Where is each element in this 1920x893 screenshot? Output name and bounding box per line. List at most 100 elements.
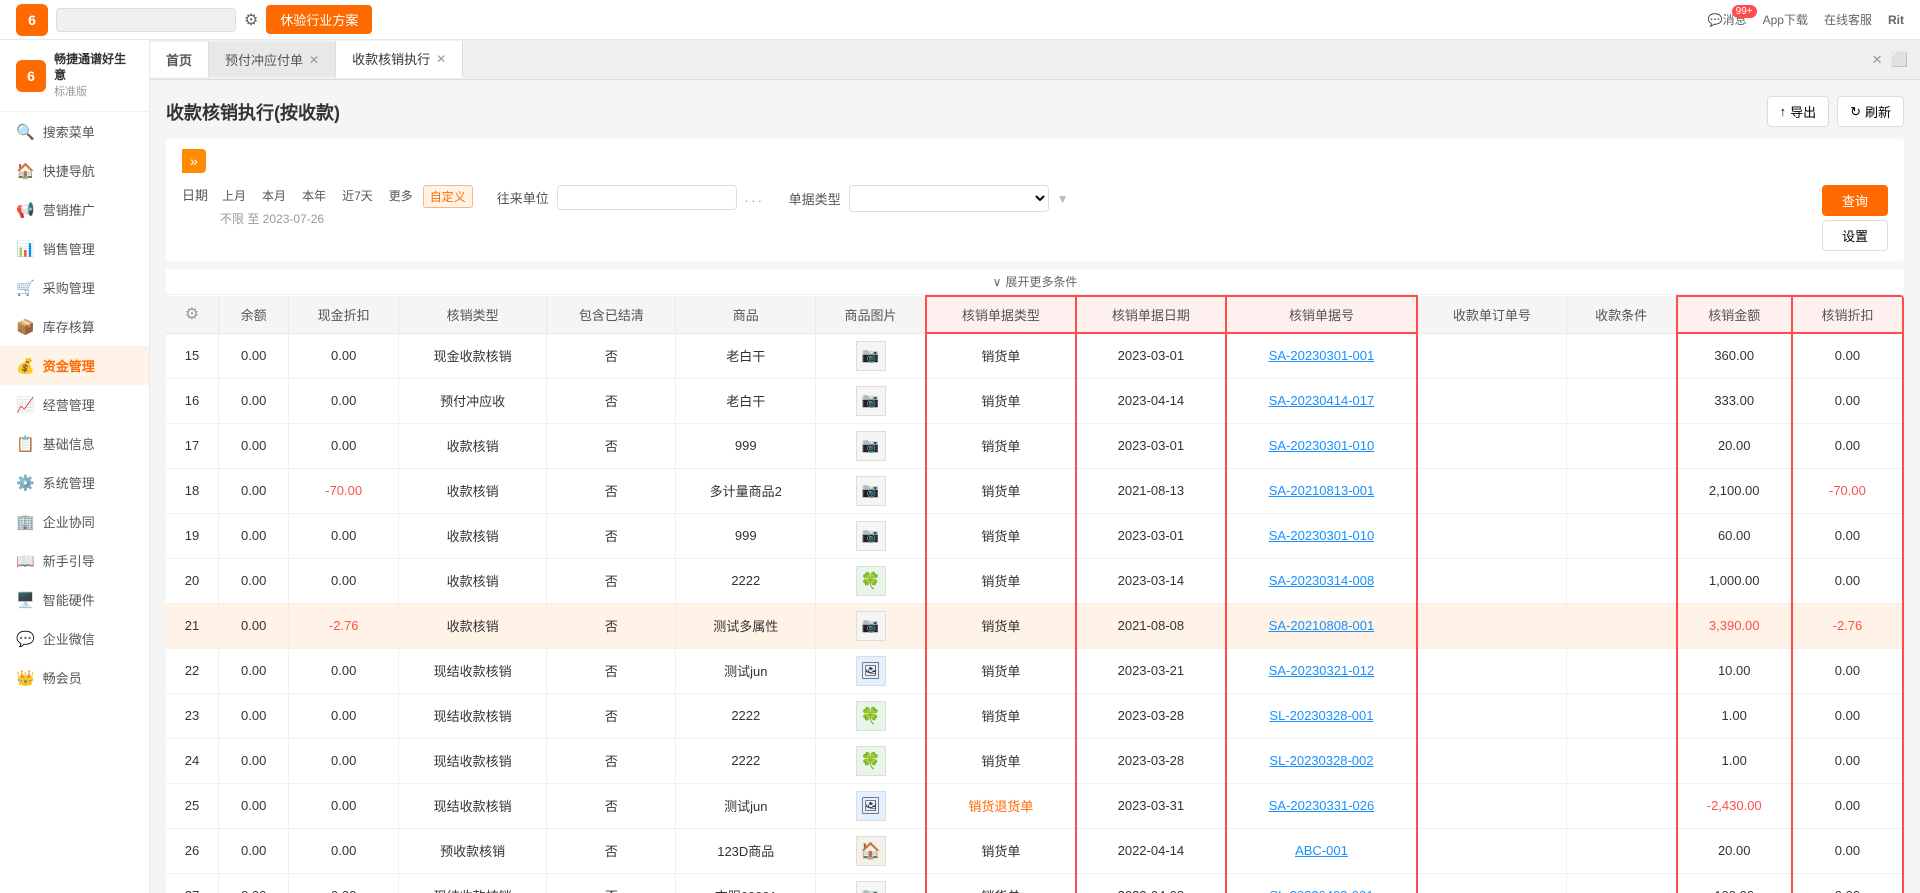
table-row-collection-order xyxy=(1417,648,1566,693)
table-row-writeoff-number[interactable]: SA-20210808-001 xyxy=(1226,603,1417,648)
table-row-collection-order xyxy=(1417,423,1566,468)
sidebar-item-purchase[interactable]: 🛒 采购管理 xyxy=(0,268,149,307)
user-name[interactable]: Rit xyxy=(1888,13,1904,27)
writeoff-number-link[interactable]: SL-20230328-001 xyxy=(1269,708,1373,723)
date-custom[interactable]: 自定义 xyxy=(423,185,473,208)
sidebar-item-inventory[interactable]: 📦 库存核算 xyxy=(0,307,149,346)
table-row-writeoff-amount: 20.00 xyxy=(1677,828,1792,873)
writeoff-number-link[interactable]: SA-20230301-001 xyxy=(1269,348,1375,363)
writeoff-number-link[interactable]: SA-20230301-010 xyxy=(1269,438,1375,453)
writeoff-number-link[interactable]: SA-20230414-017 xyxy=(1269,393,1375,408)
writeoff-number-link[interactable]: SA-20230314-008 xyxy=(1269,573,1375,588)
partner-input[interactable] xyxy=(557,185,737,210)
sidebar-item-enterprise[interactable]: 🏢 企业协同 xyxy=(0,502,149,541)
table-row-writeoff-type: 现结收款核销 xyxy=(398,693,546,738)
sidebar-item-finance[interactable]: 💰 资金管理 xyxy=(0,346,149,385)
col-writeoff-discount-header: 核销折扣 xyxy=(1792,296,1903,333)
solution-button[interactable]: 休验行业方案 xyxy=(266,5,372,34)
query-button[interactable]: 查询 xyxy=(1822,185,1888,216)
refresh-button[interactable]: ↻ 刷新 xyxy=(1837,96,1904,127)
gear-icon[interactable]: ⚙ xyxy=(244,10,258,30)
filter-expand-button[interactable]: » xyxy=(182,149,206,173)
writeoff-number-link[interactable]: SA-20230321-012 xyxy=(1269,663,1375,678)
table-row-writeoff-number[interactable]: SA-20230301-010 xyxy=(1226,423,1417,468)
writeoff-number-link[interactable]: SL-20230328-002 xyxy=(1269,753,1373,768)
table-row-writeoff-voucher-type: 销货退货单 xyxy=(926,783,1076,828)
table-row-balance: 0.00 xyxy=(218,828,289,873)
table-row-writeoff-type: 收款核销 xyxy=(398,468,546,513)
table-row-writeoff-number[interactable]: SA-20230301-001 xyxy=(1226,333,1417,378)
sidebar-label-finance: 资金管理 xyxy=(43,356,95,375)
sidebar-item-sales[interactable]: 📊 销售管理 xyxy=(0,229,149,268)
table-settings-icon[interactable]: ⚙ xyxy=(185,306,199,323)
sidebar-item-beginner[interactable]: 📖 新手引导 xyxy=(0,541,149,580)
table-row-goods: 衣服00001 xyxy=(676,873,816,893)
date-this-year[interactable]: 本年 xyxy=(296,185,332,208)
voucher-type-select[interactable] xyxy=(849,185,1049,212)
col-goods-image-header: 商品图片 xyxy=(816,296,926,333)
table-row-collection-order xyxy=(1417,693,1566,738)
table-row-collection-order xyxy=(1417,468,1566,513)
sidebar-label-operations: 经营管理 xyxy=(43,395,95,414)
content-area: 收款核销执行(按收款) ↑ 导出 ↻ 刷新 » 日期 xyxy=(150,80,1920,893)
notification-area[interactable]: 💬 消息 99+ xyxy=(1708,11,1747,28)
writeoff-number-link[interactable]: SL-20230408-001 xyxy=(1269,888,1373,893)
date-last-7days[interactable]: 近7天 xyxy=(336,185,379,208)
table-row-writeoff-type: 收款核销 xyxy=(398,513,546,558)
tab-close-all-icon[interactable]: ✕ xyxy=(1872,52,1883,68)
sidebar-item-quick-nav[interactable]: 🏠 快捷导航 xyxy=(0,151,149,190)
writeoff-number-link[interactable]: SA-20230331-026 xyxy=(1269,798,1375,813)
writeoff-number-link[interactable]: SA-20210813-001 xyxy=(1269,483,1375,498)
filter-row: 日期 上月 本月 本年 近7天 更多 自定义 不限 至 2023-07-26 xyxy=(182,185,1888,251)
app-download-link[interactable]: App下载 xyxy=(1763,11,1808,28)
sidebar-item-wechat[interactable]: 💬 企业微信 xyxy=(0,619,149,658)
date-buttons: 上月 本月 本年 近7天 更多 自定义 xyxy=(216,185,473,208)
sidebar-item-operations[interactable]: 📈 经营管理 xyxy=(0,385,149,424)
sidebar-item-system[interactable]: ⚙️ 系统管理 xyxy=(0,463,149,502)
writeoff-number-link[interactable]: ABC-001 xyxy=(1295,843,1348,858)
table-row-writeoff-number[interactable]: SL-20230408-001 xyxy=(1226,873,1417,893)
export-button[interactable]: ↑ 导出 xyxy=(1767,96,1830,127)
table-row-writeoff-number[interactable]: SA-20230301-010 xyxy=(1226,513,1417,558)
table-row-writeoff-number[interactable]: SA-20230331-026 xyxy=(1226,783,1417,828)
date-last-month[interactable]: 上月 xyxy=(216,185,252,208)
partner-filter-label: 往来单位 xyxy=(497,188,549,207)
sidebar-item-basic-info[interactable]: 📋 基础信息 xyxy=(0,424,149,463)
sidebar-item-search[interactable]: 🔍 搜索菜单 xyxy=(0,112,149,151)
tab-prepay[interactable]: 预付冲应付单 ✕ xyxy=(209,42,336,77)
expand-more-bar[interactable]: ∨ 展开更多条件 xyxy=(166,269,1904,295)
table-row-id: 19 xyxy=(166,513,218,558)
tab-collection[interactable]: 收款核销执行 ✕ xyxy=(336,41,463,78)
table-row-include-settled: 否 xyxy=(547,828,676,873)
col-settings-header[interactable]: ⚙ xyxy=(166,296,218,333)
tab-home[interactable]: 首页 xyxy=(150,42,209,77)
tab-collection-close[interactable]: ✕ xyxy=(436,52,446,66)
table-row-writeoff-number[interactable]: SA-20230414-017 xyxy=(1226,378,1417,423)
table-row-writeoff-number[interactable]: SA-20230314-008 xyxy=(1226,558,1417,603)
table-row-writeoff-number[interactable]: SA-20230321-012 xyxy=(1226,648,1417,693)
table-row-writeoff-number[interactable]: SA-20210813-001 xyxy=(1226,468,1417,513)
tab-prepay-close[interactable]: ✕ xyxy=(309,53,319,67)
search-input[interactable] xyxy=(56,8,236,32)
table-row-collection-condition xyxy=(1566,828,1676,873)
table-row-writeoff-amount: 2,100.00 xyxy=(1677,468,1792,513)
table-row-writeoff-discount: 0.00 xyxy=(1792,423,1903,468)
table-row-writeoff-number[interactable]: SL-20230328-001 xyxy=(1226,693,1417,738)
table-row-id: 27 xyxy=(166,873,218,893)
message-icon: 💬 xyxy=(1708,13,1723,27)
writeoff-number-link[interactable]: SA-20230301-010 xyxy=(1269,528,1375,543)
table-row-goods-image: 🍀 xyxy=(816,693,926,738)
settings-button[interactable]: 设置 xyxy=(1822,220,1888,251)
date-more[interactable]: 更多 xyxy=(383,185,419,208)
table-row-writeoff-amount: 20.00 xyxy=(1677,423,1792,468)
table-row-writeoff-number[interactable]: SL-20230328-002 xyxy=(1226,738,1417,783)
member-icon: 👑 xyxy=(16,669,35,687)
date-this-month[interactable]: 本月 xyxy=(256,185,292,208)
sidebar-item-hardware[interactable]: 🖥️ 智能硬件 xyxy=(0,580,149,619)
sidebar-item-marketing[interactable]: 📢 营销推广 xyxy=(0,190,149,229)
online-service-link[interactable]: 在线客服 xyxy=(1824,11,1872,28)
table-row-writeoff-number[interactable]: ABC-001 xyxy=(1226,828,1417,873)
writeoff-number-link[interactable]: SA-20210808-001 xyxy=(1269,618,1375,633)
sidebar-item-member[interactable]: 👑 畅会员 xyxy=(0,658,149,697)
tab-maximize-icon[interactable]: ⬜ xyxy=(1891,51,1908,68)
